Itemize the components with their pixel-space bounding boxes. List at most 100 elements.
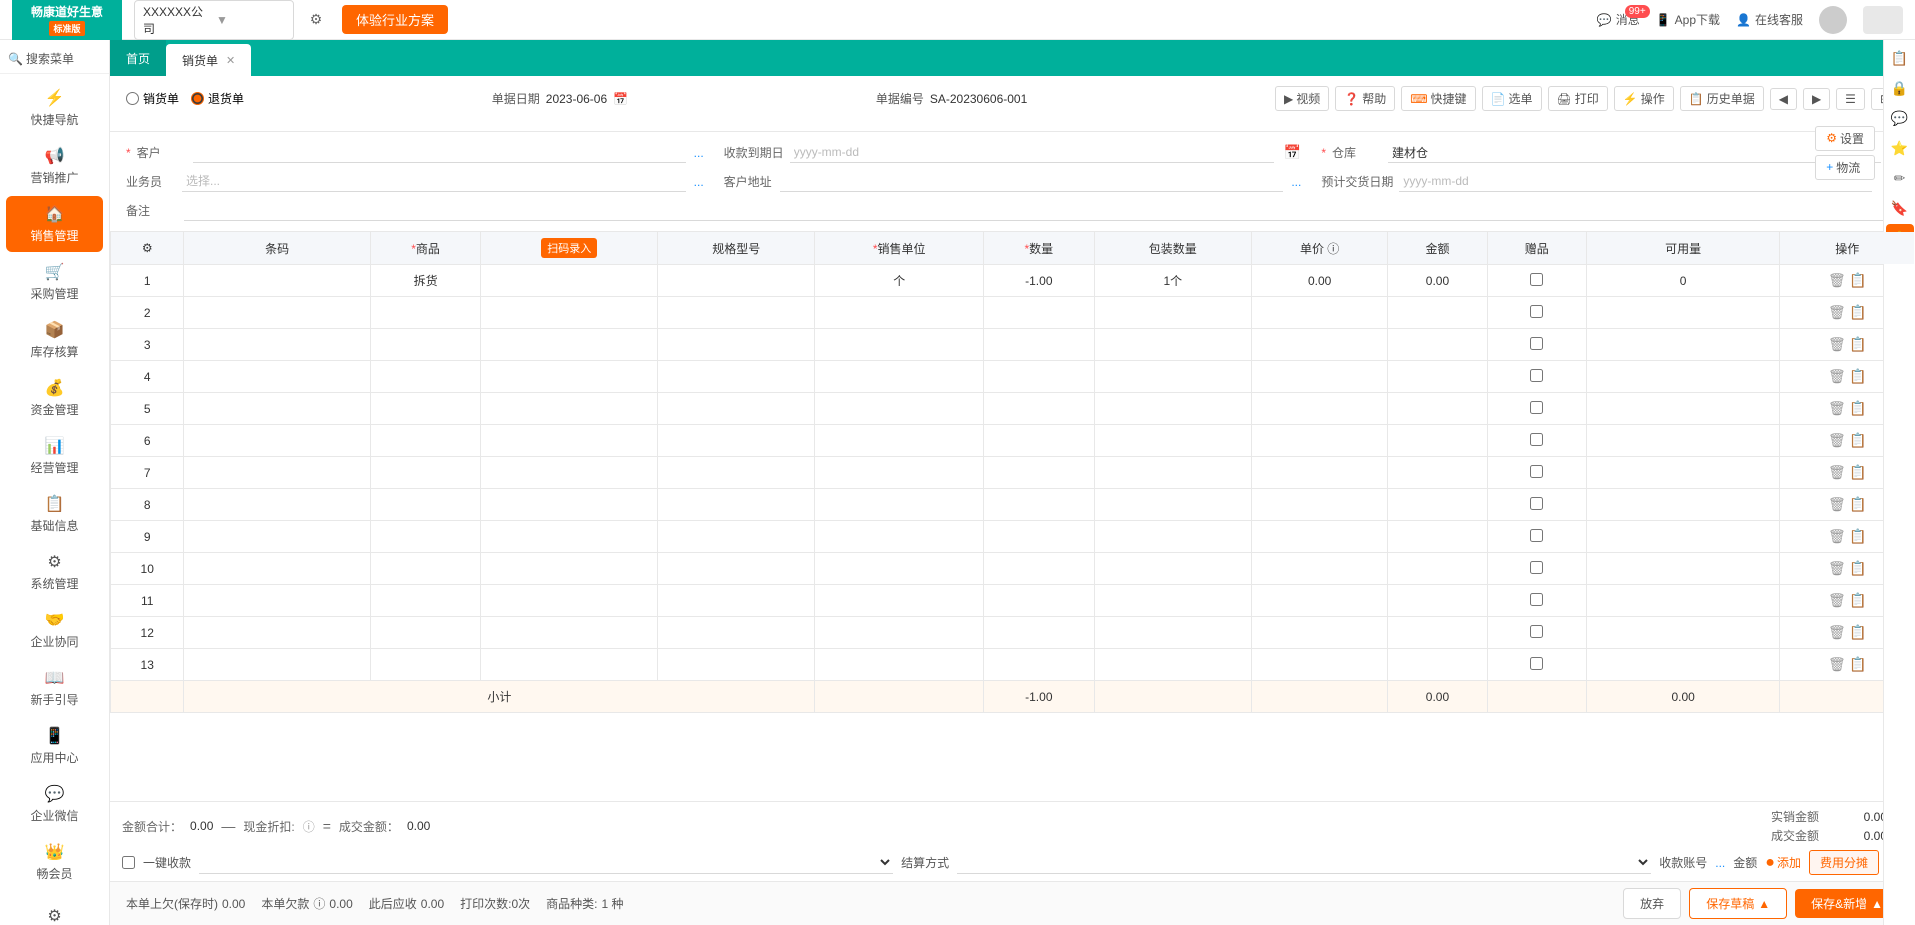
video-btn[interactable]: ▶ 视频 [1275, 86, 1329, 111]
return-order-radio[interactable]: 退货单 [191, 90, 244, 107]
online-service-button[interactable]: 👤 在线客服 [1736, 11, 1803, 28]
row-delete-btn[interactable]: 🗑 [1828, 336, 1846, 353]
row-amount[interactable] [1388, 489, 1487, 521]
row-product[interactable] [370, 521, 481, 553]
row-spec[interactable] [481, 649, 658, 681]
row-unit-price[interactable] [1251, 489, 1387, 521]
add-payment-btn[interactable]: ● 添加 [1765, 854, 1801, 872]
row-spec2[interactable] [658, 585, 815, 617]
row-amount[interactable] [1388, 617, 1487, 649]
row-spec2[interactable] [658, 521, 815, 553]
row-copy-btn[interactable]: 📋 [1849, 336, 1866, 353]
row-product[interactable] [370, 425, 481, 457]
discard-btn[interactable]: 放弃 [1623, 888, 1681, 919]
barcode-input[interactable] [247, 402, 307, 416]
sidebar-item-enterprise[interactable]: 🤝 企业协同 [6, 602, 103, 658]
row-product[interactable]: 拆货 [370, 265, 481, 297]
row-quantity[interactable] [984, 329, 1095, 361]
row-amount[interactable] [1388, 457, 1487, 489]
row-spec2[interactable] [658, 265, 815, 297]
row-barcode[interactable] [184, 297, 370, 329]
row-spec[interactable] [481, 361, 658, 393]
row-copy-btn[interactable]: 📋 [1849, 560, 1866, 577]
one-click-pay-checkbox[interactable] [122, 856, 135, 869]
row-gift[interactable] [1487, 521, 1586, 553]
sidebar-item-basics[interactable]: 📋 基础信息 [6, 486, 103, 542]
sidebar-item-sales[interactable]: 🏠 销售管理 [6, 196, 103, 252]
message-button[interactable]: 💬 消息 99+ [1597, 11, 1640, 28]
row-unit-price[interactable] [1251, 393, 1387, 425]
row-product[interactable] [370, 297, 481, 329]
avatar[interactable] [1819, 6, 1847, 34]
row-quantity[interactable] [984, 553, 1095, 585]
sidebar-item-quick-nav[interactable]: ⚡ 快捷导航 [6, 80, 103, 136]
row-spec2[interactable] [658, 617, 815, 649]
sidebar-item-system[interactable]: ⚙ 系统管理 [6, 544, 103, 600]
row-quantity[interactable] [984, 457, 1095, 489]
row-quantity[interactable]: -1.00 [984, 265, 1095, 297]
expense-btn[interactable]: 费用分摊 [1809, 850, 1879, 875]
row-delete-btn[interactable]: 🗑 [1828, 656, 1846, 673]
row-spec[interactable] [481, 457, 658, 489]
tab-close-icon[interactable]: ✕ [226, 54, 235, 67]
row-product[interactable] [370, 617, 481, 649]
sidebar-item-wechat[interactable]: 💬 企业微信 [6, 776, 103, 832]
row-spec[interactable] [481, 553, 658, 585]
row-unit-price[interactable] [1251, 585, 1387, 617]
sales-order-radio[interactable]: 销货单 [126, 90, 179, 107]
customer-input[interactable] [193, 142, 686, 163]
sidebar-item-membership[interactable]: 👑 畅会员 [6, 834, 103, 890]
row-gift[interactable] [1487, 297, 1586, 329]
row-quantity[interactable] [984, 393, 1095, 425]
barcode-input[interactable] [247, 498, 307, 512]
row-unit-price[interactable] [1251, 553, 1387, 585]
row-pkg-qty[interactable] [1094, 521, 1251, 553]
row-delete-btn[interactable]: 🗑 [1828, 592, 1846, 609]
layout-list-btn[interactable]: ☰ [1836, 88, 1865, 110]
row-product[interactable] [370, 553, 481, 585]
row-barcode[interactable] [184, 425, 370, 457]
sales-radio-input[interactable] [126, 92, 139, 105]
row-gift[interactable] [1487, 393, 1586, 425]
row-unit[interactable] [815, 489, 984, 521]
row-barcode[interactable] [184, 617, 370, 649]
row-amount[interactable] [1388, 329, 1487, 361]
expected-date-input[interactable] [1399, 171, 1871, 192]
row-product[interactable] [370, 361, 481, 393]
right-sidebar-clipboard[interactable]: 📋 [1886, 44, 1914, 72]
row-unit-price[interactable] [1251, 329, 1387, 361]
sidebar-item-guide[interactable]: 📖 新手引导 [6, 660, 103, 716]
form-settings-btn[interactable]: ⚙ 设置 [1815, 126, 1875, 151]
barcode-input[interactable] [247, 306, 307, 320]
tab-sales-order[interactable]: 销货单 ✕ [166, 44, 251, 76]
row-quantity[interactable] [984, 425, 1095, 457]
row-quantity[interactable] [984, 489, 1095, 521]
row-copy-btn[interactable]: 📋 [1849, 656, 1866, 673]
row-copy-btn[interactable]: 📋 [1849, 432, 1866, 449]
bank-select[interactable] [957, 851, 1651, 874]
row-unit[interactable] [815, 361, 984, 393]
row-barcode[interactable] [184, 393, 370, 425]
row-gift[interactable] [1487, 649, 1586, 681]
row-quantity[interactable] [984, 521, 1095, 553]
print-btn[interactable]: 🖨 打印 [1548, 86, 1608, 111]
row-unit-price[interactable] [1251, 649, 1387, 681]
row-amount[interactable] [1388, 361, 1487, 393]
row-barcode[interactable] [184, 265, 370, 297]
avatar-name[interactable] [1863, 6, 1903, 34]
customer-address-input[interactable] [780, 171, 1284, 192]
row-gift[interactable] [1487, 585, 1586, 617]
right-sidebar-lock[interactable]: 🔒 [1886, 74, 1914, 102]
row-delete-btn[interactable]: 🗑 [1828, 528, 1846, 545]
row-unit-price[interactable] [1251, 457, 1387, 489]
sidebar-item-finance[interactable]: 💰 资金管理 [6, 370, 103, 426]
row-spec[interactable] [481, 521, 658, 553]
row-pkg-qty[interactable] [1094, 393, 1251, 425]
row-delete-btn[interactable]: 🗑 [1828, 560, 1846, 577]
trial-button[interactable]: 体验行业方案 [342, 5, 448, 34]
row-pkg-qty[interactable] [1094, 489, 1251, 521]
settings-button[interactable]: ⚙ [302, 6, 330, 34]
row-spec2[interactable] [658, 649, 815, 681]
row-barcode[interactable] [184, 553, 370, 585]
nav-next-btn[interactable]: ▶ [1803, 88, 1830, 110]
